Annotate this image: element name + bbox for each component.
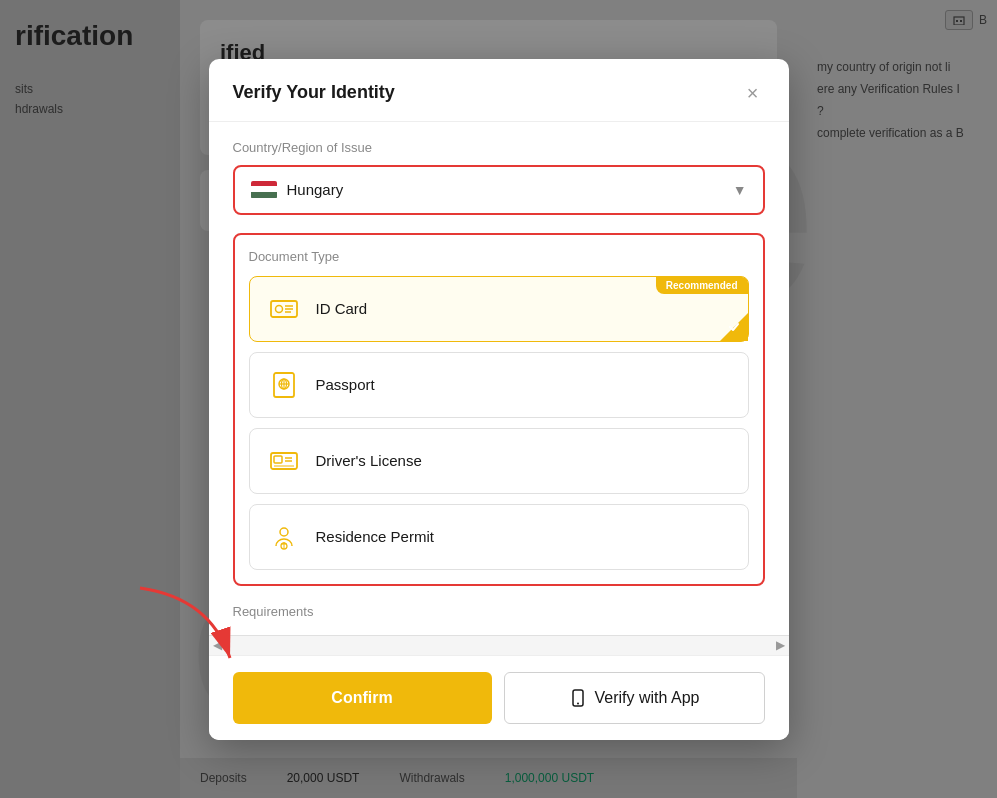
passport-icon: [266, 367, 302, 403]
document-type-section: Document Type Recommended ID Card: [233, 233, 765, 586]
modal-footer: Confirm Verify with App: [209, 655, 789, 740]
confirm-button[interactable]: Confirm: [233, 672, 492, 724]
svg-rect-14: [274, 456, 282, 463]
verify-with-app-button[interactable]: Verify with App: [504, 672, 765, 724]
passport-label: Passport: [316, 376, 375, 393]
modal-body[interactable]: Country/Region of Issue Hungary ▼: [209, 122, 789, 655]
drivers-license-label: Driver's License: [316, 452, 422, 469]
modal-header: Verify Your Identity ×: [209, 59, 789, 122]
country-name: Hungary: [287, 181, 344, 198]
modal-overlay: Verify Your Identity × Country/Region of…: [0, 0, 997, 798]
scroll-arrows-bar: ◀ ▶: [209, 635, 789, 655]
svg-point-23: [577, 702, 579, 704]
drivers-license-icon: [266, 443, 302, 479]
country-left: Hungary: [251, 181, 344, 199]
requirements-section: Requirements: [209, 604, 789, 635]
mobile-icon: [569, 689, 587, 707]
doc-option-residence-permit[interactable]: Residence Permit: [249, 504, 749, 570]
id-card-label: ID Card: [316, 300, 368, 317]
doc-option-id-card[interactable]: Recommended ID Card: [249, 276, 749, 342]
id-card-icon: [266, 291, 302, 327]
close-button[interactable]: ×: [741, 81, 765, 105]
recommended-badge: Recommended: [656, 277, 748, 294]
residence-permit-icon: [266, 519, 302, 555]
country-row: Hungary ▼: [251, 181, 747, 199]
scroll-right-icon: ▶: [776, 638, 785, 652]
selected-checkmark: [720, 313, 748, 341]
verify-identity-modal: Verify Your Identity × Country/Region of…: [209, 59, 789, 740]
country-section: Country/Region of Issue Hungary ▼: [209, 122, 789, 233]
chevron-down-icon: ▼: [733, 182, 747, 198]
hungary-flag-icon: [251, 181, 277, 199]
residence-permit-label: Residence Permit: [316, 528, 434, 545]
modal-title: Verify Your Identity: [233, 82, 395, 103]
country-selector-box: Hungary ▼: [233, 165, 765, 215]
country-label: Country/Region of Issue: [233, 140, 765, 155]
doc-option-drivers-license[interactable]: Driver's License: [249, 428, 749, 494]
svg-point-4: [275, 305, 282, 312]
document-type-label: Document Type: [249, 249, 749, 264]
verify-app-label: Verify with App: [595, 689, 700, 707]
requirements-label: Requirements: [233, 604, 765, 619]
scroll-left-icon: ◀: [213, 638, 222, 652]
doc-option-passport[interactable]: Passport: [249, 352, 749, 418]
svg-point-18: [280, 528, 288, 536]
